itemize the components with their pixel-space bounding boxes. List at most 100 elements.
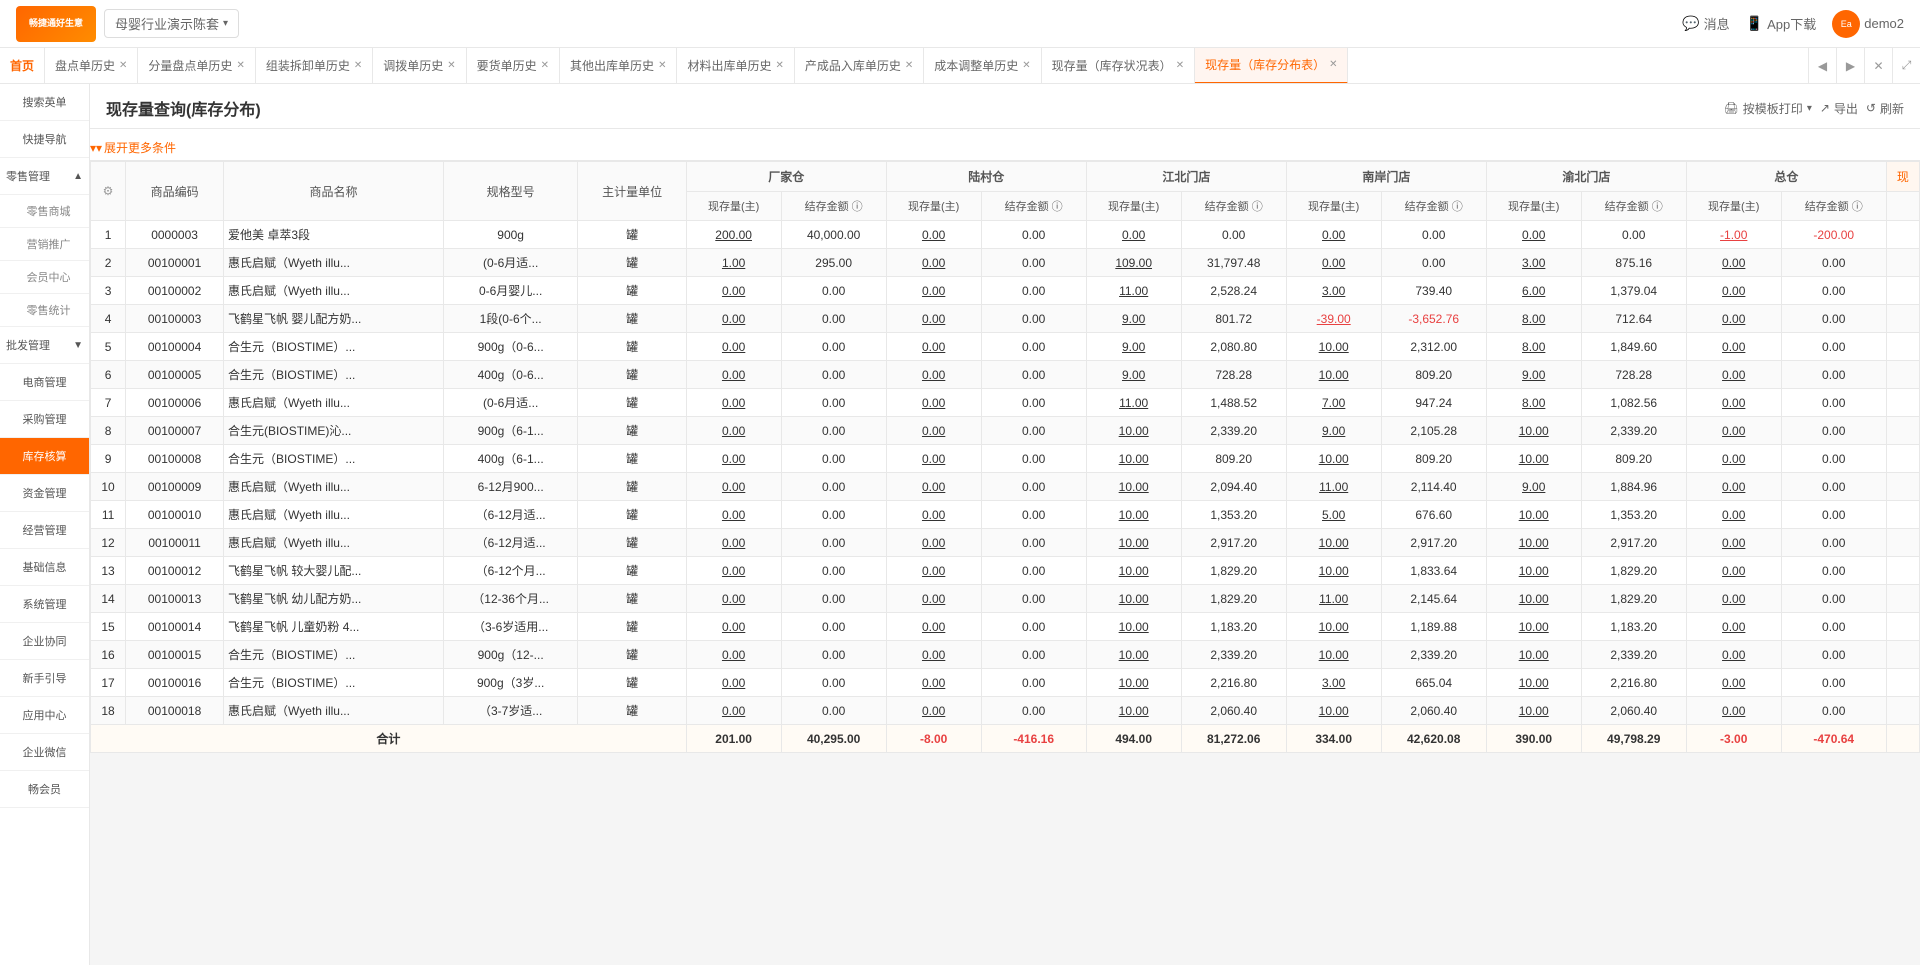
print-btn[interactable]: 🖨 按模板打印 ▾ [1724,100,1812,117]
nav-prev-btn[interactable]: ◀ [1808,48,1836,84]
td-jiangbei-qty[interactable]: 10.00 [1086,445,1181,473]
tab-yaohuo[interactable]: 要货单历史 ✕ [467,48,560,84]
sidebar-item-member[interactable]: 会员中心 [0,261,89,294]
td-fact-qty[interactable]: 0.00 [686,669,781,697]
table-area[interactable]: ⚙ 商品编码 商品名称 规格型号 主计量单位 厂家仓 陆村仓 江北门店 南岸门店… [90,161,1920,965]
td-nanan-qty[interactable]: 10.00 [1286,445,1381,473]
tab-pandian[interactable]: 盘点单历史 ✕ [45,48,138,84]
td-fact-qty[interactable]: 200.00 [686,221,781,249]
td-yubei-qty[interactable]: 10.00 [1486,669,1581,697]
td-yubei-qty[interactable]: 8.00 [1486,389,1581,417]
td-lujiao-qty[interactable]: 0.00 [886,613,981,641]
td-jiangbei-qty[interactable]: 10.00 [1086,557,1181,585]
sidebar-item-marketing[interactable]: 营销推广 [0,228,89,261]
close-icon[interactable]: ✕ [354,60,362,71]
sidebar-item-system[interactable]: 系统管理 [0,586,89,623]
expand-more-btn[interactable]: ▾▾ 展开更多条件 [90,139,1920,156]
sidebar-item-retail-store[interactable]: 零售商城 [0,195,89,228]
tab-other-out[interactable]: 其他出库单历史 ✕ [560,48,677,84]
td-total-qty[interactable]: 0.00 [1686,613,1781,641]
td-yubei-qty[interactable]: 10.00 [1486,501,1581,529]
user-menu[interactable]: Ea demo2 [1832,10,1904,38]
nav-close-all-btn[interactable]: ✕ [1864,48,1892,84]
td-lujiao-qty[interactable]: 0.00 [886,305,981,333]
tab-inventory-dist[interactable]: 现存量（库存分布表） ✕ [1195,48,1348,84]
td-fact-qty[interactable]: 0.00 [686,697,781,725]
tab-diaopo[interactable]: 调拨单历史 ✕ [373,48,466,84]
td-lujiao-qty[interactable]: 0.00 [886,389,981,417]
td-lujiao-qty[interactable]: 0.00 [886,529,981,557]
close-icon[interactable]: ✕ [541,60,549,71]
td-fact-qty[interactable]: 0.00 [686,529,781,557]
td-nanan-qty[interactable]: 10.00 [1286,641,1381,669]
export-btn[interactable]: ↗ 导出 [1820,100,1858,117]
td-total-qty[interactable]: 0.00 [1686,333,1781,361]
td-nanan-qty[interactable]: 3.00 [1286,277,1381,305]
tab-product-in[interactable]: 产成品入库单历史 ✕ [795,48,924,84]
td-yubei-qty[interactable]: 10.00 [1486,641,1581,669]
tab-zuzhuan[interactable]: 组装拆卸单历史 ✕ [256,48,373,84]
industry-selector[interactable]: 母婴行业演示陈套 ▾ [104,9,239,38]
sidebar-item-wechat[interactable]: 企业微信 [0,734,89,771]
td-jiangbei-qty[interactable]: 10.00 [1086,697,1181,725]
tab-material-out[interactable]: 材料出库单历史 ✕ [677,48,794,84]
td-lujiao-qty[interactable]: 0.00 [886,445,981,473]
td-jiangbei-qty[interactable]: 10.00 [1086,473,1181,501]
td-fact-qty[interactable]: 0.00 [686,613,781,641]
td-nanan-qty[interactable]: 5.00 [1286,501,1381,529]
td-jiangbei-qty[interactable]: 10.00 [1086,417,1181,445]
sidebar-item-finance[interactable]: 资金管理 [0,475,89,512]
td-fact-qty[interactable]: 0.00 [686,417,781,445]
td-yubei-qty[interactable]: 6.00 [1486,277,1581,305]
sidebar-item-guide[interactable]: 新手引导 [0,660,89,697]
td-nanan-qty[interactable]: 10.00 [1286,361,1381,389]
td-nanan-qty[interactable]: 10.00 [1286,613,1381,641]
td-lujiao-qty[interactable]: 0.00 [886,501,981,529]
td-jiangbei-qty[interactable]: 0.00 [1086,221,1181,249]
refresh-btn[interactable]: ↺ 刷新 [1866,100,1904,117]
td-total-qty[interactable]: 0.00 [1686,641,1781,669]
td-lujiao-qty[interactable]: 0.00 [886,557,981,585]
close-icon[interactable]: ✕ [775,60,783,71]
close-icon[interactable]: ✕ [1022,60,1030,71]
td-jiangbei-qty[interactable]: 10.00 [1086,613,1181,641]
td-nanan-qty[interactable]: 3.00 [1286,669,1381,697]
close-icon[interactable]: ✕ [236,60,244,71]
sidebar-item-search[interactable]: 搜索英单 [0,84,89,121]
td-lujiao-qty[interactable]: 0.00 [886,641,981,669]
sidebar-item-operations[interactable]: 经营管理 [0,512,89,549]
td-yubei-qty[interactable]: 9.00 [1486,361,1581,389]
td-yubei-qty[interactable]: 10.00 [1486,417,1581,445]
td-fact-qty[interactable]: 0.00 [686,389,781,417]
td-fact-qty[interactable]: 0.00 [686,445,781,473]
td-fact-qty[interactable]: 1.00 [686,249,781,277]
td-jiangbei-qty[interactable]: 109.00 [1086,249,1181,277]
td-lujiao-qty[interactable]: 0.00 [886,249,981,277]
td-jiangbei-qty[interactable]: 9.00 [1086,361,1181,389]
td-yubei-qty[interactable]: 10.00 [1486,585,1581,613]
tab-inventory-status[interactable]: 现存量（库存状况表） ✕ [1042,48,1195,84]
td-lujiao-qty[interactable]: 0.00 [886,417,981,445]
td-jiangbei-qty[interactable]: 9.00 [1086,305,1181,333]
td-fact-qty[interactable]: 0.00 [686,473,781,501]
td-lujiao-qty[interactable]: 0.00 [886,697,981,725]
td-total-qty[interactable]: 0.00 [1686,445,1781,473]
close-icon[interactable]: ✕ [658,60,666,71]
td-nanan-qty[interactable]: 10.00 [1286,557,1381,585]
close-icon[interactable]: ✕ [905,60,913,71]
sidebar-item-inventory[interactable]: 库存核算 [0,438,89,475]
td-fact-qty[interactable]: 0.00 [686,333,781,361]
td-total-qty[interactable]: 0.00 [1686,473,1781,501]
td-total-qty[interactable]: 0.00 [1686,305,1781,333]
td-nanan-qty[interactable]: 10.00 [1286,333,1381,361]
sidebar-item-member2[interactable]: 畅会员 [0,771,89,808]
sidebar-item-retail-mgmt[interactable]: 零售管理 ▲ [0,158,89,195]
message-btn[interactable]: 💬 消息 [1682,14,1729,33]
close-icon[interactable]: ✕ [447,60,455,71]
td-yubei-qty[interactable]: 10.00 [1486,529,1581,557]
td-jiangbei-qty[interactable]: 11.00 [1086,277,1181,305]
td-total-qty[interactable]: 0.00 [1686,557,1781,585]
td-nanan-qty[interactable]: 11.00 [1286,585,1381,613]
td-total-qty[interactable]: 0.00 [1686,389,1781,417]
tab-fenpandian[interactable]: 分量盘点单历史 ✕ [138,48,255,84]
